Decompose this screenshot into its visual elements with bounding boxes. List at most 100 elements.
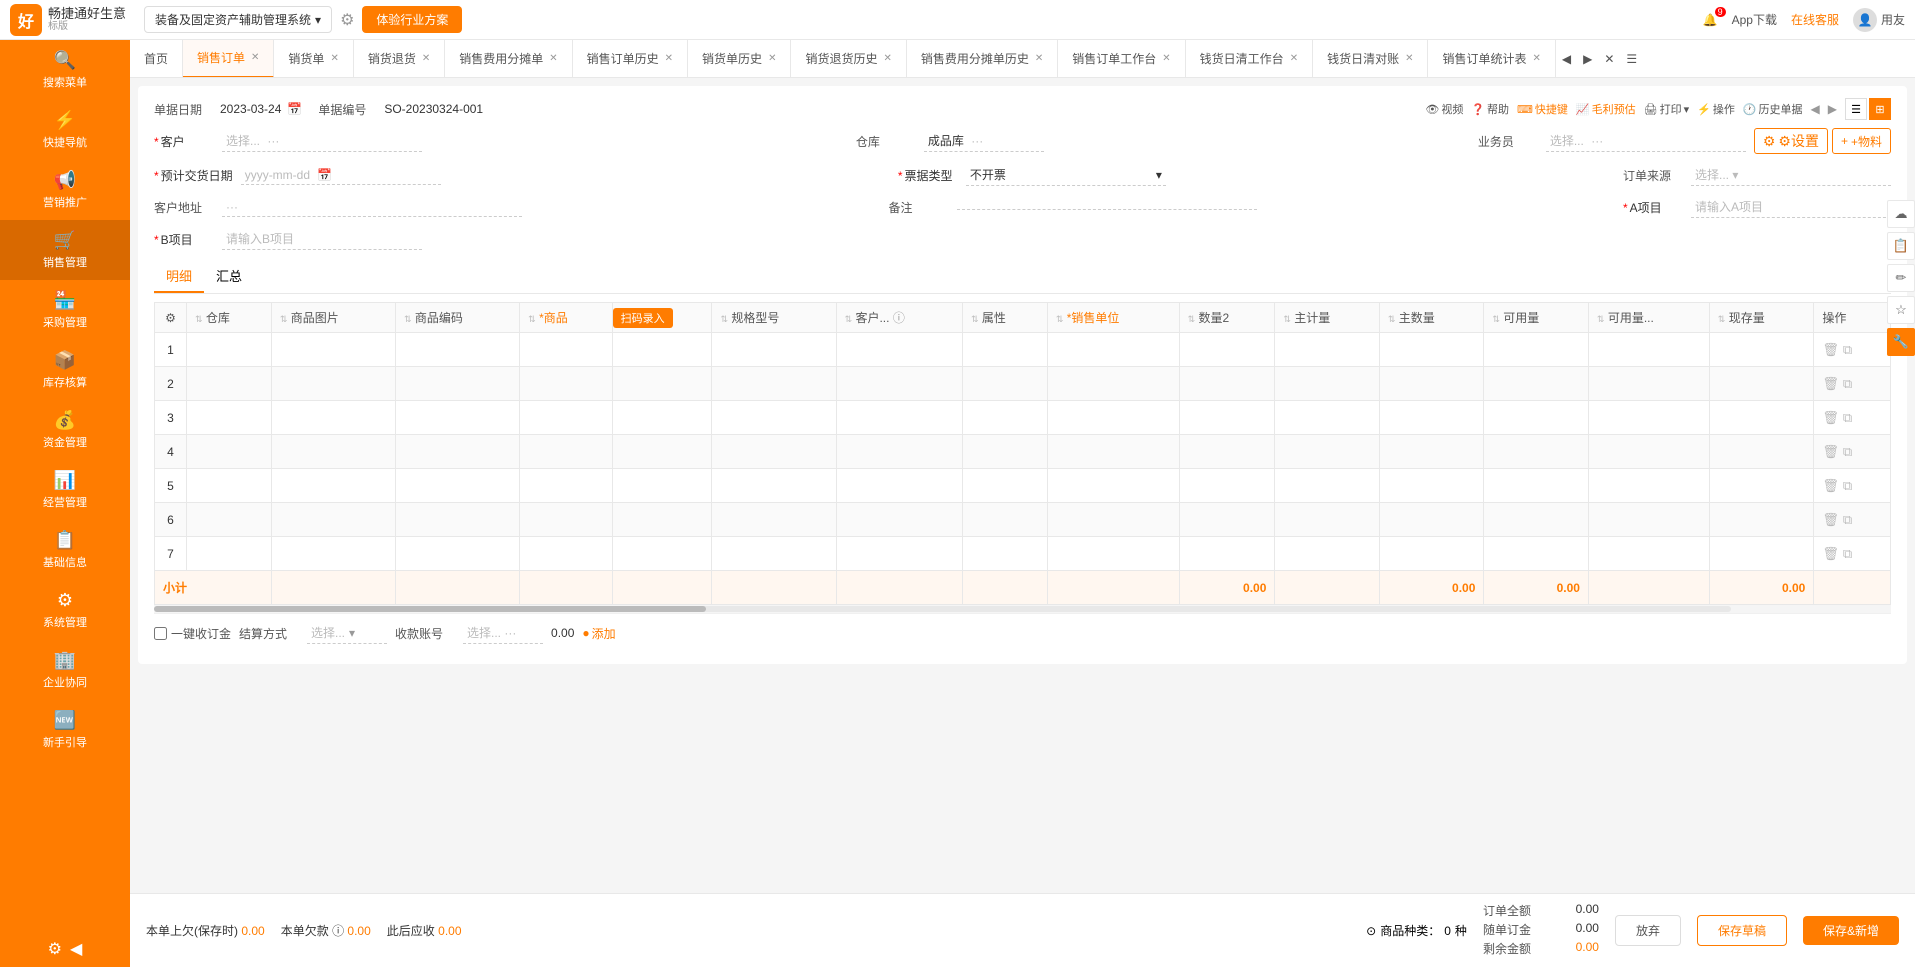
help-btn[interactable]: ❓ 帮助 xyxy=(1471,101,1509,117)
user-area[interactable]: 👤 用友 xyxy=(1853,8,1905,32)
float-btn-edit[interactable]: ✏ xyxy=(1887,264,1915,292)
delete-row-3-icon[interactable]: 🗑 xyxy=(1822,410,1839,426)
tab-cashflow-daily[interactable]: 钱货日清工作台 ✕ xyxy=(1186,40,1313,78)
delete-row-5-icon[interactable]: 🗑 xyxy=(1822,478,1839,494)
tab-close-invoice-hist[interactable]: ✕ xyxy=(768,53,776,64)
profit-btn[interactable]: 📈 毛利预估 xyxy=(1576,101,1636,117)
col-image[interactable]: ⇅ 商品图片 xyxy=(271,303,395,333)
industry-btn[interactable]: 体验行业方案 xyxy=(362,6,462,33)
tab-return[interactable]: 销货退货 ✕ xyxy=(354,40,445,78)
project-a-input[interactable]: 请输入A项目 xyxy=(1691,196,1891,218)
tab-close-order-workbench[interactable]: ✕ xyxy=(1162,53,1170,64)
float-btn-tool[interactable]: 🔧 xyxy=(1887,328,1915,356)
tab-close-expense-hist[interactable]: ✕ xyxy=(1035,53,1043,64)
col-main-qty[interactable]: ⇅ 主数量 xyxy=(1379,303,1484,333)
view-btn-toolbar[interactable]: 👁 视频 xyxy=(1425,101,1463,117)
account-input[interactable]: 选择... ··· xyxy=(463,622,543,644)
col-scan[interactable]: 扫码录入 xyxy=(612,303,712,333)
col-customer-code[interactable]: ⇅ 客户... ⓘ xyxy=(836,303,962,333)
tab-close-sales-order[interactable]: ✕ xyxy=(251,52,259,63)
sidebar-item-corp[interactable]: 🏢 企业协同 xyxy=(0,640,130,700)
sidebar-item-finance[interactable]: 💰 资金管理 xyxy=(0,400,130,460)
customer-input[interactable]: 选择... ··· xyxy=(222,130,422,152)
quick-settle-checkbox[interactable]: 一键收订金 xyxy=(154,625,231,642)
tab-invoice-hist[interactable]: 销货单历史 ✕ xyxy=(688,40,791,78)
sidebar-item-guide[interactable]: 🆕 新手引导 xyxy=(0,700,130,760)
system-selector[interactable]: 装备及固定资产辅助管理系统 ▾ xyxy=(144,6,332,33)
tab-return-hist[interactable]: 销货退货历史 ✕ xyxy=(791,40,906,78)
calendar-icon[interactable]: 📅 xyxy=(287,102,302,116)
address-input[interactable]: ··· xyxy=(222,198,522,217)
tab-close-order-hist[interactable]: ✕ xyxy=(665,53,673,64)
tab-sales-summary[interactable]: 销售订单统计表 ✕ xyxy=(1428,40,1555,78)
sidebar-settings-icon[interactable]: ⚙ xyxy=(48,939,62,959)
tab-menu-btn[interactable]: ☰ xyxy=(1620,52,1643,66)
customer-code-info-icon[interactable]: ⓘ xyxy=(893,311,905,325)
app-download-link[interactable]: App下载 xyxy=(1732,11,1777,28)
copy-row-7-icon[interactable]: ⧉ xyxy=(1843,546,1852,562)
staff-input[interactable]: 选择... ··· xyxy=(1546,130,1746,152)
list-view-btn[interactable]: ☰ xyxy=(1845,98,1867,120)
delete-row-1-icon[interactable]: 🗑 xyxy=(1822,342,1839,358)
tab-expense-hist[interactable]: 销售费用分摊单历史 ✕ xyxy=(907,40,1058,78)
save-draft-btn[interactable]: 保存草稿 xyxy=(1697,915,1787,946)
copy-row-1-icon[interactable]: ⧉ xyxy=(1843,342,1852,358)
copy-row-2-icon[interactable]: ⧉ xyxy=(1843,376,1852,392)
nav-next-icon[interactable]: ▶ xyxy=(1828,102,1837,116)
sidebar-item-system[interactable]: ⚙ 系统管理 xyxy=(0,580,130,640)
col-warehouse[interactable]: ⇅ 仓库 xyxy=(187,303,272,333)
settings-btn[interactable]: ⚙ ⚙设置 xyxy=(1754,128,1828,154)
gear-icon[interactable]: ⚙ xyxy=(340,10,354,30)
col-qty2[interactable]: ⇅ 数量2 xyxy=(1179,303,1275,333)
table-scrollbar[interactable] xyxy=(154,605,1891,613)
tab-close-cashflow-reconcile[interactable]: ✕ xyxy=(1405,53,1413,64)
invoice-type-input[interactable]: 不开票 ▾ xyxy=(966,164,1166,186)
tab-close-sales-summary[interactable]: ✕ xyxy=(1533,53,1541,64)
copy-row-3-icon[interactable]: ⧉ xyxy=(1843,410,1852,426)
tab-close-all-btn[interactable]: ✕ xyxy=(1598,52,1620,66)
warehouse-input[interactable]: 成品库 ··· xyxy=(924,130,1044,152)
delete-row-4-icon[interactable]: 🗑 xyxy=(1822,444,1839,460)
copy-row-6-icon[interactable]: ⧉ xyxy=(1843,512,1852,528)
delete-row-2-icon[interactable]: 🗑 xyxy=(1822,376,1839,392)
col-available-more[interactable]: ⇅ 可用量... xyxy=(1588,303,1709,333)
tab-order-hist[interactable]: 销售订单历史 ✕ xyxy=(573,40,688,78)
tab-home[interactable]: 首页 xyxy=(130,40,183,78)
sidebar-item-purchase[interactable]: 🏪 采购管理 xyxy=(0,280,130,340)
col-spec[interactable]: ⇅ 规格型号 xyxy=(712,303,836,333)
tab-close-invoice[interactable]: ✕ xyxy=(330,53,338,64)
tab-close-return[interactable]: ✕ xyxy=(422,53,430,64)
online-service-link[interactable]: 在线客服 xyxy=(1791,11,1839,28)
settle-method-input[interactable]: 选择... ▾ xyxy=(307,622,387,644)
col-code[interactable]: ⇅ 商品编码 xyxy=(396,303,520,333)
quick-settle-input[interactable] xyxy=(154,627,167,640)
tab-expense[interactable]: 销售费用分摊单 ✕ xyxy=(445,40,572,78)
col-settings[interactable]: ⚙ xyxy=(155,303,187,333)
tab-order-workbench[interactable]: 销售订单工作台 ✕ xyxy=(1058,40,1185,78)
tab-close-return-hist[interactable]: ✕ xyxy=(883,53,891,64)
copy-row-5-icon[interactable]: ⧉ xyxy=(1843,478,1852,494)
float-btn-cloud[interactable]: ☁ xyxy=(1887,200,1915,228)
tab-close-expense[interactable]: ✕ xyxy=(549,53,557,64)
delete-row-6-icon[interactable]: 🗑 xyxy=(1822,512,1839,528)
sidebar-item-quicknav[interactable]: ⚡ 快捷导航 xyxy=(0,100,130,160)
shortcut-btn[interactable]: ⌨ 快捷键 xyxy=(1517,101,1568,117)
float-btn-clipboard[interactable]: 📋 xyxy=(1887,232,1915,260)
scrollbar-track[interactable] xyxy=(154,606,1731,612)
sidebar-item-basic[interactable]: 📋 基础信息 xyxy=(0,520,130,580)
delivery-date-input[interactable]: yyyy-mm-dd 📅 xyxy=(241,166,441,185)
add-material-btn[interactable]: + +物料 xyxy=(1832,128,1891,154)
scrollbar-thumb[interactable] xyxy=(154,606,706,612)
project-b-input[interactable]: 请输入B项目 xyxy=(222,228,422,250)
discard-btn[interactable]: 放弃 xyxy=(1615,915,1681,946)
notification-area[interactable]: 🔔 9 xyxy=(1703,13,1718,27)
col-product[interactable]: ⇅ *商品 xyxy=(520,303,613,333)
tab-sales-order[interactable]: 销售订单 ✕ xyxy=(183,40,274,78)
col-stock[interactable]: ⇅ 现存量 xyxy=(1709,303,1814,333)
tab-invoice[interactable]: 销货单 ✕ xyxy=(274,40,353,78)
col-unit[interactable]: ⇅ *销售单位 xyxy=(1047,303,1179,333)
sidebar-item-inventory[interactable]: 📦 库存核算 xyxy=(0,340,130,400)
operations-btn[interactable]: ⚡ 操作 xyxy=(1697,101,1735,117)
print-btn[interactable]: 🖨 打印 ▾ xyxy=(1644,101,1690,117)
order-source-input[interactable]: 选择... ▾ xyxy=(1691,164,1891,186)
